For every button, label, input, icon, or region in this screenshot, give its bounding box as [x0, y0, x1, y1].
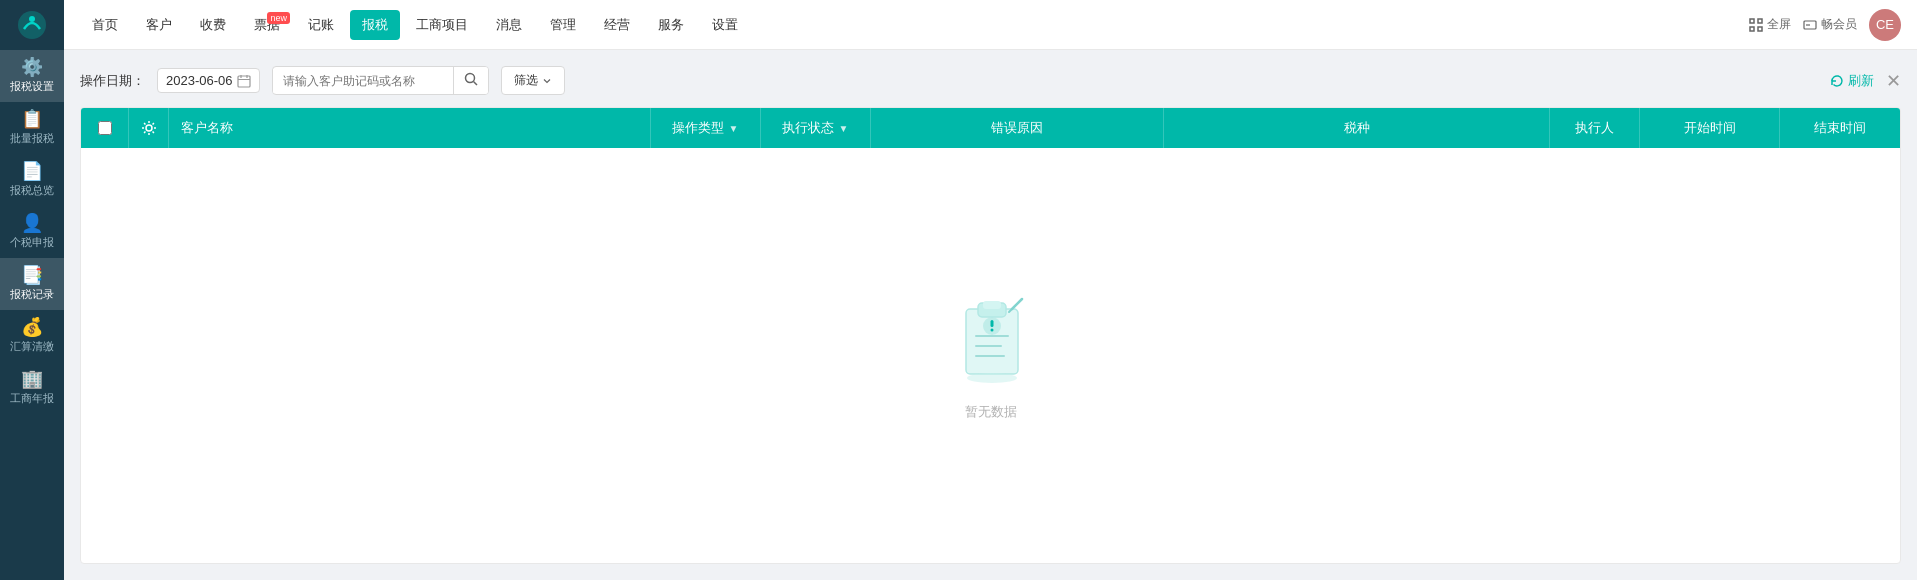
th-starttime: 开始时间 [1640, 108, 1780, 148]
personal-tax-icon: 👤 [21, 214, 43, 232]
search-icon [464, 72, 478, 86]
svg-line-24 [1012, 299, 1022, 309]
nav-items: 首页 客户 收费 票据 new 记账 报税 工商项目 消息 [80, 10, 1749, 40]
toolbar: 操作日期： 2023-06-06 [80, 66, 1901, 95]
invoice-badge: new [267, 12, 290, 25]
nav-settings[interactable]: 设置 [700, 10, 750, 40]
sidebar-item-label: 批量报税 [10, 131, 54, 146]
th-endtime: 结束时间 [1780, 108, 1900, 148]
th-customer: 客户名称 [169, 108, 651, 148]
content: 操作日期： 2023-06-06 [64, 50, 1917, 580]
fullscreen-icon [1749, 18, 1763, 32]
sidebar-item-tax-settings[interactable]: ⚙️ 报税设置 [0, 50, 64, 102]
svg-rect-5 [1758, 27, 1762, 31]
svg-rect-2 [1750, 19, 1754, 23]
main-area: 首页 客户 收费 票据 new 记账 报税 工商项目 消息 [64, 0, 1917, 580]
sidebar-item-label: 报税记录 [10, 287, 54, 302]
nav-home[interactable]: 首页 [80, 10, 130, 40]
topnav: 首页 客户 收费 票据 new 记账 报税 工商项目 消息 [64, 0, 1917, 50]
search-input[interactable] [273, 69, 453, 93]
tax-settings-icon: ⚙️ [21, 58, 43, 76]
select-all-checkbox[interactable] [98, 121, 112, 135]
svg-point-12 [465, 74, 474, 83]
refresh-button[interactable]: 刷新 [1830, 72, 1874, 90]
nav-customer[interactable]: 客户 [134, 10, 184, 40]
table-header: 客户名称 操作类型 ▼ 执行状态 ▼ 错误原因 税种 执行人 [81, 108, 1900, 148]
nav-manage[interactable]: 管理 [538, 10, 588, 40]
sidebar-item-label: 个税申报 [10, 235, 54, 250]
th-settings[interactable] [129, 108, 169, 148]
nav-business[interactable]: 工商项目 [404, 10, 480, 40]
sidebar-item-label: 工商年报 [10, 391, 54, 406]
refresh-icon [1830, 74, 1844, 88]
filter-button[interactable]: 筛选 [501, 66, 565, 95]
topnav-right: 全屏 畅会员 CE [1749, 9, 1901, 41]
sidebar-item-batch-tax[interactable]: 📋 批量报税 [0, 102, 64, 154]
refresh-label: 刷新 [1848, 72, 1874, 90]
fullscreen-label: 全屏 [1767, 16, 1791, 33]
date-input[interactable]: 2023-06-06 [157, 68, 260, 93]
sidebar: ⚙️ 报税设置 📋 批量报税 📄 报税总览 👤 个税申报 📑 报税记录 💰 汇算… [0, 0, 64, 580]
svg-rect-3 [1758, 19, 1762, 23]
svg-rect-4 [1750, 27, 1754, 31]
th-check[interactable] [81, 108, 129, 148]
svg-line-13 [473, 82, 477, 86]
sidebar-item-annual-report[interactable]: 🏢 工商年报 [0, 362, 64, 414]
empty-text: 暂无数据 [965, 403, 1017, 421]
table-body: 暂无数据 [81, 148, 1900, 563]
sidebar-item-label: 报税设置 [10, 79, 54, 94]
nav-billing[interactable]: 收费 [188, 10, 238, 40]
table-container: 客户名称 操作类型 ▼ 执行状态 ▼ 错误原因 税种 执行人 [80, 107, 1901, 564]
nav-operation[interactable]: 经营 [592, 10, 642, 40]
sidebar-item-label: 报税总览 [10, 183, 54, 198]
fullscreen-btn[interactable]: 全屏 [1749, 16, 1791, 33]
search-button[interactable] [453, 67, 488, 94]
chevron-down-icon [542, 76, 552, 86]
nav-tax[interactable]: 报税 [350, 10, 400, 40]
avatar[interactable]: CE [1869, 9, 1901, 41]
sidebar-item-tax-records[interactable]: 📑 报税记录 [0, 258, 64, 310]
status-sort-icon: ▼ [838, 123, 848, 134]
svg-rect-17 [983, 301, 1001, 309]
th-error: 错误原因 [871, 108, 1165, 148]
th-taxtype: 税种 [1164, 108, 1550, 148]
svg-point-26 [967, 373, 1017, 383]
member-icon [1803, 18, 1817, 32]
sidebar-logo [0, 0, 64, 50]
svg-rect-8 [238, 76, 250, 87]
sidebar-item-remit[interactable]: 💰 汇算清缴 [0, 310, 64, 362]
date-label: 操作日期： [80, 72, 145, 90]
sidebar-item-label: 汇算清缴 [10, 339, 54, 354]
optype-sort-icon: ▼ [728, 123, 738, 134]
empty-illustration [946, 291, 1036, 391]
calendar-icon [237, 74, 251, 88]
th-optype[interactable]: 操作类型 ▼ [651, 108, 761, 148]
sidebar-item-tax-summary[interactable]: 📄 报税总览 [0, 154, 64, 206]
nav-bookkeeping[interactable]: 记账 [296, 10, 346, 40]
svg-point-23 [990, 328, 993, 331]
remit-icon: 💰 [21, 318, 43, 336]
th-status[interactable]: 执行状态 ▼ [761, 108, 871, 148]
nav-invoice[interactable]: 票据 new [242, 10, 292, 40]
member-btn[interactable]: 畅会员 [1803, 16, 1857, 33]
sidebar-item-personal-tax[interactable]: 👤 个税申报 [0, 206, 64, 258]
tax-summary-icon: 📄 [21, 162, 43, 180]
th-executor: 执行人 [1550, 108, 1640, 148]
svg-point-0 [18, 11, 46, 39]
tax-records-icon: 📑 [21, 266, 43, 284]
date-value: 2023-06-06 [166, 73, 233, 88]
batch-tax-icon: 📋 [21, 110, 43, 128]
settings-icon [141, 120, 157, 136]
annual-report-icon: 🏢 [21, 370, 43, 388]
nav-message[interactable]: 消息 [484, 10, 534, 40]
svg-rect-22 [990, 320, 993, 327]
search-wrap [272, 66, 489, 95]
svg-point-14 [146, 125, 152, 131]
member-label: 畅会员 [1821, 16, 1857, 33]
filter-label: 筛选 [514, 72, 538, 89]
close-button[interactable]: ✕ [1886, 72, 1901, 90]
nav-service[interactable]: 服务 [646, 10, 696, 40]
svg-point-1 [29, 16, 35, 22]
empty-state: 暂无数据 [906, 251, 1076, 461]
